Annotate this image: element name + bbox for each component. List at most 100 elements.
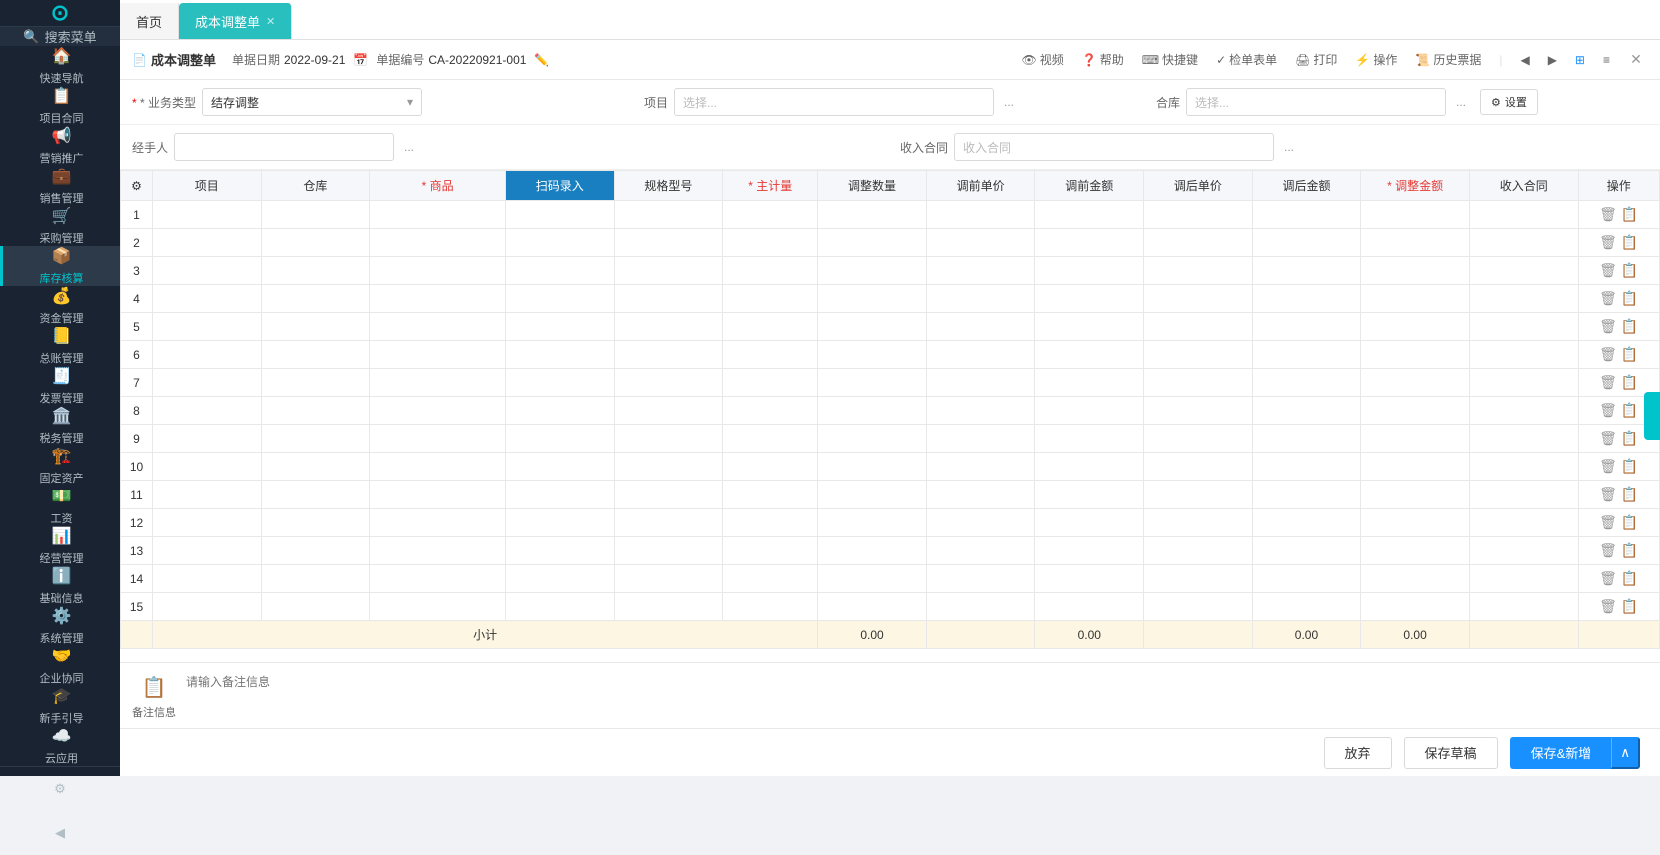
table-cell[interactable] — [614, 341, 723, 369]
table-cell[interactable] — [1035, 537, 1144, 565]
row-delete-icon[interactable]: 🗑 — [1599, 290, 1617, 307]
sidebar-item-enterprise[interactable]: 🤝 企业协同 — [0, 646, 120, 686]
table-cell[interactable] — [1144, 593, 1253, 621]
table-cell[interactable] — [614, 509, 723, 537]
sidebar-item-finance[interactable]: 💰 资金管理 — [0, 286, 120, 326]
table-cell[interactable] — [153, 201, 262, 229]
save-new-button[interactable]: 保存&新增 — [1510, 737, 1612, 769]
table-cell[interactable] — [1144, 313, 1253, 341]
table-cell[interactable] — [1361, 285, 1470, 313]
table-cell[interactable] — [1361, 313, 1470, 341]
table-cell[interactable] — [818, 229, 927, 257]
row-delete-icon[interactable]: 🗑 — [1599, 542, 1617, 559]
table-cell[interactable] — [614, 537, 723, 565]
save-draft-button[interactable]: 保存草稿 — [1404, 737, 1498, 769]
table-container[interactable]: ⚙ 项目 仓库 * 商品 扫码录 — [120, 170, 1660, 662]
table-cell[interactable] — [1252, 257, 1361, 285]
table-cell[interactable] — [1035, 453, 1144, 481]
tab-close-icon[interactable]: ✕ — [266, 15, 275, 28]
table-cell[interactable] — [1144, 537, 1253, 565]
table-cell[interactable] — [1252, 481, 1361, 509]
table-cell[interactable] — [370, 509, 506, 537]
table-cell[interactable] — [818, 313, 927, 341]
table-cell[interactable] — [1469, 593, 1578, 621]
table-cell[interactable] — [153, 341, 262, 369]
row-copy-icon[interactable]: 📋 — [1621, 290, 1638, 307]
table-cell[interactable] — [261, 425, 370, 453]
table-cell[interactable] — [1252, 285, 1361, 313]
table-cell[interactable] — [505, 537, 614, 565]
table-cell[interactable] — [614, 425, 723, 453]
table-cell[interactable] — [1361, 453, 1470, 481]
table-cell[interactable] — [723, 425, 818, 453]
table-cell[interactable] — [505, 425, 614, 453]
table-cell[interactable] — [370, 341, 506, 369]
sidebar-item-project-contract[interactable]: 📋 项目合同 — [0, 86, 120, 126]
table-cell[interactable] — [505, 285, 614, 313]
table-cell[interactable] — [926, 285, 1035, 313]
table-cell[interactable] — [818, 257, 927, 285]
sidebar-item-invoice[interactable]: 🧾 发票管理 — [0, 366, 120, 406]
table-cell[interactable] — [723, 537, 818, 565]
table-cell[interactable] — [1361, 425, 1470, 453]
history-btn[interactable]: 📜 历史票据 — [1411, 49, 1485, 70]
table-cell[interactable] — [926, 397, 1035, 425]
table-cell[interactable] — [1361, 509, 1470, 537]
table-cell[interactable] — [614, 285, 723, 313]
row-delete-icon[interactable]: 🗑 — [1599, 262, 1617, 279]
table-cell[interactable] — [723, 481, 818, 509]
table-cell[interactable] — [505, 481, 614, 509]
table-cell[interactable] — [723, 593, 818, 621]
table-cell[interactable] — [261, 593, 370, 621]
table-cell[interactable] — [818, 537, 927, 565]
table-cell[interactable] — [614, 313, 723, 341]
table-cell[interactable] — [153, 537, 262, 565]
sidebar-item-sales[interactable]: 💼 销售管理 — [0, 166, 120, 206]
table-cell[interactable] — [614, 397, 723, 425]
table-cell[interactable] — [153, 453, 262, 481]
row-copy-icon[interactable]: 📋 — [1621, 570, 1638, 587]
table-cell[interactable] — [818, 481, 927, 509]
sidebar-item-operations[interactable]: 📊 经营管理 — [0, 526, 120, 566]
project-dots[interactable]: ... — [1004, 95, 1014, 109]
table-cell[interactable] — [926, 509, 1035, 537]
row-copy-icon[interactable]: 📋 — [1621, 374, 1638, 391]
table-cell[interactable] — [153, 565, 262, 593]
table-cell[interactable] — [370, 285, 506, 313]
sidebar-item-beginner[interactable]: 🎓 新手引导 — [0, 686, 120, 726]
table-cell[interactable] — [818, 453, 927, 481]
table-cell[interactable] — [1144, 397, 1253, 425]
table-cell[interactable] — [1144, 341, 1253, 369]
table-cell[interactable] — [153, 481, 262, 509]
table-cell[interactable] — [818, 369, 927, 397]
table-cell[interactable] — [1035, 397, 1144, 425]
row-copy-icon[interactable]: 📋 — [1621, 514, 1638, 531]
table-cell[interactable] — [1252, 229, 1361, 257]
table-cell[interactable] — [1469, 509, 1578, 537]
settings-btn[interactable]: ⚙ 设置 — [1480, 89, 1538, 115]
table-cell[interactable] — [153, 397, 262, 425]
table-cell[interactable] — [505, 313, 614, 341]
table-cell[interactable] — [614, 565, 723, 593]
table-cell[interactable] — [261, 481, 370, 509]
check-form-btn[interactable]: ✓ 检单表单 — [1212, 49, 1281, 70]
table-cell[interactable] — [370, 201, 506, 229]
row-delete-icon[interactable]: 🗑 — [1599, 570, 1617, 587]
sidebar-item-salary[interactable]: 💵 工资 — [0, 486, 120, 526]
table-cell[interactable] — [1469, 257, 1578, 285]
table-cell[interactable] — [153, 285, 262, 313]
table-cell[interactable] — [1035, 341, 1144, 369]
row-copy-icon[interactable]: 📋 — [1621, 542, 1638, 559]
table-cell[interactable] — [153, 369, 262, 397]
shortcut-btn[interactable]: ⌨ 快捷键 — [1138, 49, 1202, 70]
table-cell[interactable] — [261, 229, 370, 257]
table-cell[interactable] — [261, 453, 370, 481]
table-cell[interactable] — [261, 201, 370, 229]
handler-input[interactable] — [174, 133, 394, 161]
sidebar-item-ledger[interactable]: 📒 总账管理 — [0, 326, 120, 366]
handler-dots[interactable]: ... — [404, 140, 414, 154]
table-cell[interactable] — [614, 257, 723, 285]
table-cell[interactable] — [614, 229, 723, 257]
row-delete-icon[interactable]: 🗑 — [1599, 514, 1617, 531]
table-cell[interactable] — [818, 201, 927, 229]
